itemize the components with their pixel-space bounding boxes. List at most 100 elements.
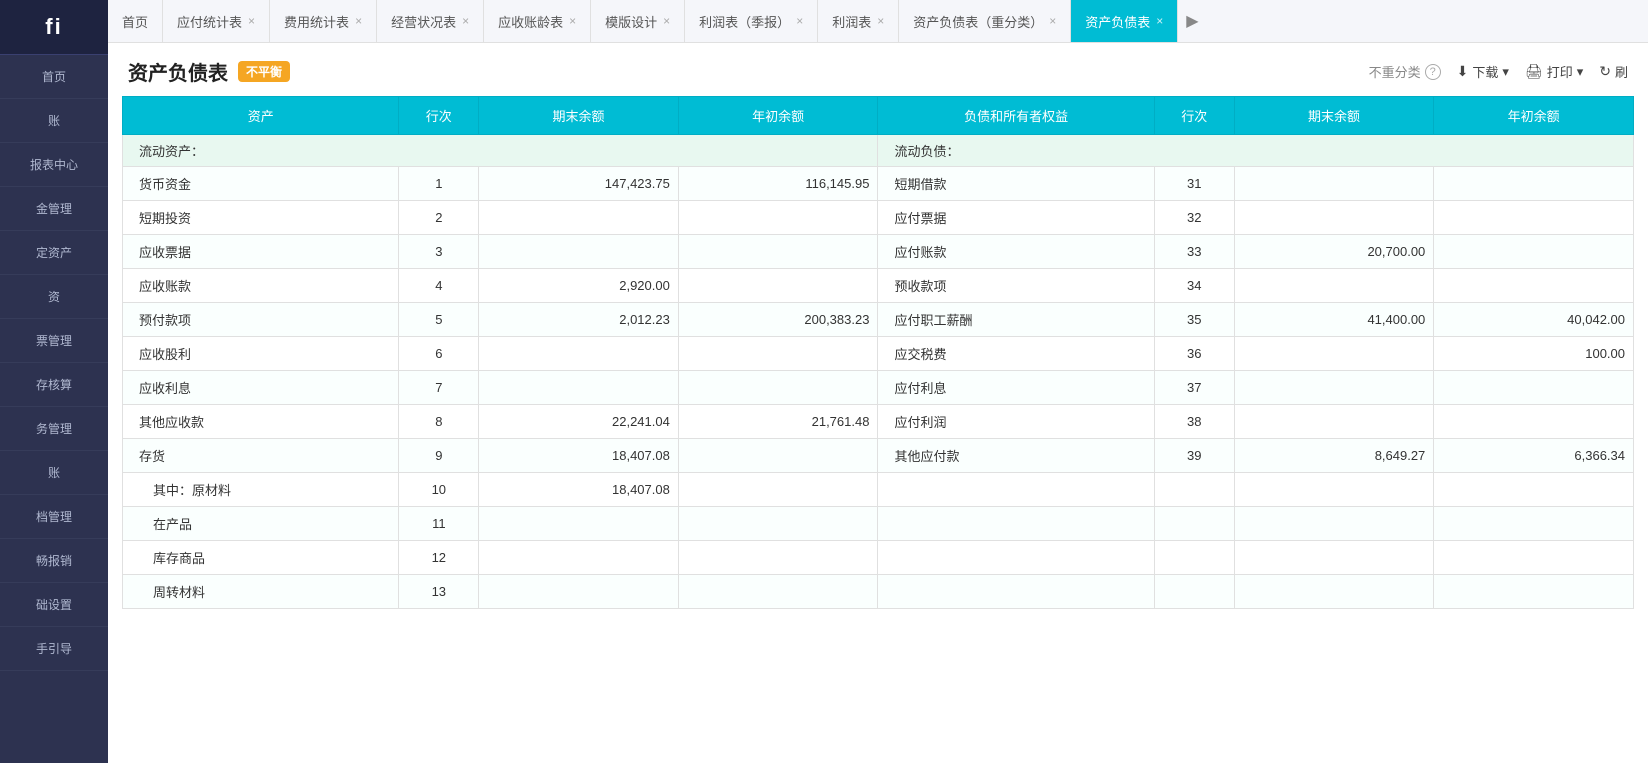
row-left-line: 9: [399, 439, 479, 473]
row-left-end[interactable]: [479, 541, 679, 575]
row-left-end[interactable]: 2,012.23: [479, 303, 679, 337]
row-right-begin[interactable]: 40,042.00: [1434, 303, 1634, 337]
row-left-begin[interactable]: [678, 473, 878, 507]
sidebar-item-home[interactable]: 首页: [0, 55, 108, 99]
refresh-icon: ↻: [1599, 63, 1611, 80]
row-left-end[interactable]: 18,407.08: [479, 473, 679, 507]
row-right-begin[interactable]: [1434, 201, 1634, 235]
row-left-begin[interactable]: [678, 439, 878, 473]
row-left-end[interactable]: [479, 371, 679, 405]
row-right-begin[interactable]: [1434, 473, 1634, 507]
tab-balance-close[interactable]: ×: [1156, 14, 1163, 28]
sidebar-item-ledger[interactable]: 账: [0, 451, 108, 495]
sidebar-item-archive[interactable]: 档管理: [0, 495, 108, 539]
row-left-end[interactable]: 2,920.00: [479, 269, 679, 303]
tab-balance[interactable]: 资产负债表×: [1071, 0, 1178, 42]
tab-profit-quarterly[interactable]: 利润表（季报）×: [685, 0, 818, 42]
row-left-end[interactable]: [479, 337, 679, 371]
sidebar-item-fixed-assets[interactable]: 定资产: [0, 231, 108, 275]
tab-balance-reclassified[interactable]: 资产负债表（重分类）×: [899, 0, 1071, 42]
row-left-begin[interactable]: [678, 371, 878, 405]
sidebar-item-inventory[interactable]: 存核算: [0, 363, 108, 407]
row-right-end[interactable]: [1234, 575, 1434, 609]
sidebar-item-report-center[interactable]: 报表中心: [0, 143, 108, 187]
row-right-end[interactable]: 20,700.00: [1234, 235, 1434, 269]
row-right-begin[interactable]: [1434, 167, 1634, 201]
row-right-label: 应交税费: [878, 337, 1154, 371]
row-right-begin[interactable]: [1434, 507, 1634, 541]
tab-receivable-aging[interactable]: 应收账龄表×: [484, 0, 591, 42]
row-right-line: 35: [1154, 303, 1234, 337]
row-left-begin[interactable]: 21,761.48: [678, 405, 878, 439]
tab-profit-close[interactable]: ×: [877, 14, 884, 28]
tab-ops-status[interactable]: 经营状况表×: [377, 0, 484, 42]
tab-receivable-aging-close[interactable]: ×: [569, 14, 576, 28]
row-left-begin[interactable]: [678, 235, 878, 269]
print-chevron: ▾: [1577, 64, 1584, 80]
row-right-end[interactable]: [1234, 371, 1434, 405]
row-right-end[interactable]: 41,400.00: [1234, 303, 1434, 337]
tab-payable-stats-close[interactable]: ×: [248, 14, 255, 28]
header-asset: 资产: [123, 97, 399, 135]
sidebar-item-fund-mgmt[interactable]: 金管理: [0, 187, 108, 231]
row-right-end[interactable]: [1234, 269, 1434, 303]
tab-payable-stats[interactable]: 应付统计表×: [163, 0, 270, 42]
row-left-begin[interactable]: [678, 507, 878, 541]
row-right-begin[interactable]: 6,366.34: [1434, 439, 1634, 473]
row-right-begin[interactable]: [1434, 575, 1634, 609]
help-icon[interactable]: ?: [1425, 64, 1441, 80]
row-right-end[interactable]: [1234, 473, 1434, 507]
tab-balance-reclassified-close[interactable]: ×: [1049, 14, 1056, 28]
download-button[interactable]: ⬇ 下载 ▾: [1457, 62, 1509, 81]
tab-template-design-close[interactable]: ×: [663, 14, 670, 28]
tab-expense-stats[interactable]: 费用统计表×: [270, 0, 377, 42]
row-left-begin[interactable]: [678, 337, 878, 371]
row-right-end[interactable]: [1234, 167, 1434, 201]
row-right-end[interactable]: [1234, 201, 1434, 235]
row-right-end[interactable]: [1234, 541, 1434, 575]
tab-home-label: 首页: [122, 12, 148, 31]
row-right-begin[interactable]: 100.00: [1434, 337, 1634, 371]
row-right-begin[interactable]: [1434, 405, 1634, 439]
content-area: 资产负债表 不平衡 不重分类 ? ⬇ 下载 ▾ 🖨 打印 ▾: [108, 43, 1648, 763]
tab-scroll-right[interactable]: ▶: [1178, 0, 1206, 42]
row-left-end[interactable]: [479, 575, 679, 609]
row-right-end[interactable]: 8,649.27: [1234, 439, 1434, 473]
tab-template-design[interactable]: 模版设计×: [591, 0, 685, 42]
row-right-end[interactable]: [1234, 507, 1434, 541]
row-left-end[interactable]: [479, 201, 679, 235]
sidebar-item-affairs[interactable]: 务管理: [0, 407, 108, 451]
refresh-button[interactable]: ↻ 刷: [1599, 62, 1628, 81]
row-left-begin[interactable]: [678, 201, 878, 235]
row-left-end[interactable]: 18,407.08: [479, 439, 679, 473]
tab-expense-stats-close[interactable]: ×: [355, 14, 362, 28]
row-left-begin[interactable]: [678, 269, 878, 303]
no-reclassify-label: 不重分类: [1369, 62, 1421, 81]
sidebar-item-guide[interactable]: 手引导: [0, 627, 108, 671]
sidebar-item-account[interactable]: 账: [0, 99, 108, 143]
row-right-begin[interactable]: [1434, 371, 1634, 405]
row-right-end[interactable]: [1234, 405, 1434, 439]
row-left-begin[interactable]: 116,145.95: [678, 167, 878, 201]
row-left-end[interactable]: [479, 507, 679, 541]
sidebar-item-capital[interactable]: 资: [0, 275, 108, 319]
row-right-begin[interactable]: [1434, 235, 1634, 269]
row-right-end[interactable]: [1234, 337, 1434, 371]
row-left-begin[interactable]: [678, 575, 878, 609]
print-button[interactable]: 🖨 打印 ▾: [1525, 62, 1583, 81]
row-left-begin[interactable]: [678, 541, 878, 575]
sidebar-item-ticket-mgmt[interactable]: 票管理: [0, 319, 108, 363]
row-right-begin[interactable]: [1434, 541, 1634, 575]
tab-profit-quarterly-close[interactable]: ×: [796, 14, 803, 28]
tab-home[interactable]: 首页: [108, 0, 163, 42]
sidebar-item-settings[interactable]: 础设置: [0, 583, 108, 627]
sidebar-item-expense[interactable]: 畅报销: [0, 539, 108, 583]
section-left-label: 流动资产：: [123, 135, 878, 167]
row-left-end[interactable]: 147,423.75: [479, 167, 679, 201]
row-right-begin[interactable]: [1434, 269, 1634, 303]
tab-ops-status-close[interactable]: ×: [462, 14, 469, 28]
row-left-end[interactable]: 22,241.04: [479, 405, 679, 439]
row-left-end[interactable]: [479, 235, 679, 269]
tab-profit[interactable]: 利润表×: [818, 0, 899, 42]
row-left-begin[interactable]: 200,383.23: [678, 303, 878, 337]
